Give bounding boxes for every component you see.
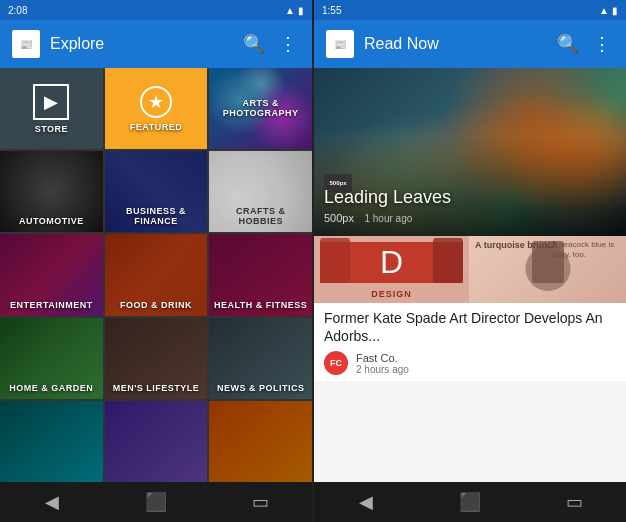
right-app-logo: 📰 — [326, 30, 354, 58]
kate-spade-source-name: Fast Co. — [356, 352, 409, 364]
right-status-time: 1:55 — [322, 5, 341, 16]
right-panel: 1:55 ▲ ▮ 📰 Read Now 🔍 ⋮ 500px Leading Le… — [314, 0, 626, 522]
peacock-col: A turquoise brunch A peacock blue is tas… — [469, 236, 626, 303]
grid-item-mens[interactable]: MEN'S LIFESTYLE — [105, 318, 208, 399]
left-search-icon[interactable]: 🔍 — [242, 33, 266, 55]
left-menu-icon[interactable]: ⋮ — [276, 33, 300, 55]
food-label: FOOD & DRINK — [116, 296, 196, 316]
kate-spade-bottom: Former Kate Spade Art Director Develops … — [314, 303, 626, 381]
grid-item-news[interactable]: NEWS & POLITICS — [209, 318, 312, 399]
arts-label: ARTS & PHOTOGRAPHY — [209, 94, 312, 124]
logo-icon: 📰 — [20, 39, 32, 50]
right-logo-icon: 📰 — [334, 39, 346, 50]
grid-item-row5c[interactable] — [209, 401, 312, 482]
right-recents-button[interactable]: ▭ — [522, 482, 626, 522]
source-info: Fast Co. 2 hours ago — [356, 352, 409, 375]
app-logo: 📰 — [12, 30, 40, 58]
grid-item-row5b[interactable] — [105, 401, 208, 482]
robot-figure-left — [320, 238, 350, 283]
grid-item-home[interactable]: HOME & GARDEN — [0, 318, 103, 399]
snippet-right-text: A peacock blue is tasty, too. — [552, 240, 622, 261]
wifi-icon: ▲ — [285, 5, 295, 16]
grid-item-featured[interactable]: ★ FEATURED — [105, 68, 208, 149]
left-app-bar: 📰 Explore 🔍 ⋮ — [0, 20, 312, 68]
hero-title-text: Leading Leaves — [324, 187, 451, 207]
right-status-bar: 1:55 ▲ ▮ — [314, 0, 626, 20]
right-search-icon[interactable]: 🔍 — [556, 33, 580, 55]
snippet-right-area: A peacock blue is tasty, too. — [552, 240, 622, 261]
robot-figure-right — [433, 238, 463, 283]
fc-logo: FC — [324, 351, 348, 375]
right-back-button[interactable]: ◀ — [314, 482, 418, 522]
hero-title-area: Leading Leaves — [324, 187, 616, 208]
business-label: BUSINESS & FINANCE — [105, 202, 208, 232]
design-label-text: DESIGN — [314, 289, 469, 299]
left-app-title: Explore — [50, 35, 232, 53]
crafts-label: CRAFTS & HOBBIES — [209, 202, 312, 232]
grid-item-health[interactable]: HEALTH & FITNESS — [209, 234, 312, 315]
left-status-icons: ▲ ▮ — [285, 5, 304, 16]
hero-time: 1 hour ago — [364, 213, 412, 224]
kate-spade-time: 2 hours ago — [356, 364, 409, 375]
battery-icon: ▮ — [298, 5, 304, 16]
right-wifi-icon: ▲ — [599, 5, 609, 16]
fc-initials: FC — [330, 358, 342, 368]
article-kate-spade[interactable]: D DESIGN A turquo — [314, 236, 626, 381]
source-logo-text: 500px — [329, 180, 346, 186]
home-label: HOME & GARDEN — [5, 379, 97, 399]
kate-spade-title: Former Kate Spade Art Director Develops … — [324, 309, 616, 345]
right-bottom-nav: ◀ ⬛ ▭ — [314, 482, 626, 522]
grid-item-store[interactable]: ▶ STORE — [0, 68, 103, 149]
left-bottom-nav: ◀ ⬛ ▭ — [0, 482, 312, 522]
right-home-button[interactable]: ⬛ — [418, 482, 522, 522]
article-feed: 500px Leading Leaves 500px 1 hour ago D — [314, 68, 626, 522]
left-panel: 2:08 ▲ ▮ 📰 Explore 🔍 ⋮ ▶ STORE ★ FEATURE… — [0, 0, 312, 522]
hero-source-name: 500px — [324, 212, 354, 224]
featured-label: FEATURED — [130, 122, 182, 132]
home-button[interactable]: ⬛ — [104, 482, 208, 522]
mens-label: MEN'S LIFESTYLE — [109, 379, 204, 399]
recents-button[interactable]: ▭ — [208, 482, 312, 522]
star-icon: ★ — [140, 86, 172, 118]
grid-item-automotive[interactable]: AUTOMOTIVE — [0, 151, 103, 232]
right-battery-icon: ▮ — [612, 5, 618, 16]
right-app-bar: 📰 Read Now 🔍 ⋮ — [314, 20, 626, 68]
article-leading-leaves[interactable]: 500px Leading Leaves 500px 1 hour ago — [314, 68, 626, 236]
grid-item-arts[interactable]: ARTS & PHOTOGRAPHY — [209, 68, 312, 149]
entertainment-label: ENTERTAINMENT — [6, 296, 97, 316]
left-status-time: 2:08 — [8, 5, 27, 16]
news-label: NEWS & POLITICS — [213, 379, 309, 399]
grid-item-entertainment[interactable]: ENTERTAINMENT — [0, 234, 103, 315]
back-button[interactable]: ◀ — [0, 482, 104, 522]
store-bag-icon: ▶ — [33, 84, 69, 120]
design-col: D DESIGN — [314, 236, 469, 303]
kate-spade-source-row: FC Fast Co. 2 hours ago — [324, 351, 616, 375]
grid-item-row5a[interactable] — [0, 401, 103, 482]
grid-item-crafts[interactable]: CRAFTS & HOBBIES — [209, 151, 312, 232]
category-grid: ▶ STORE ★ FEATURED ARTS & PHOTOGRAPHY AU… — [0, 68, 312, 482]
hero-meta-area: 500px 1 hour ago — [324, 208, 412, 226]
design-d-letter: D — [380, 244, 403, 281]
right-status-icons: ▲ ▮ — [599, 5, 618, 16]
grid-item-food[interactable]: FOOD & DRINK — [105, 234, 208, 315]
automotive-label: AUTOMOTIVE — [15, 212, 88, 232]
right-menu-icon[interactable]: ⋮ — [590, 33, 614, 55]
grid-item-business[interactable]: BUSINESS & FINANCE — [105, 151, 208, 232]
store-label: STORE — [35, 124, 68, 134]
second-top-row: D DESIGN A turquo — [314, 236, 626, 303]
right-app-title: Read Now — [364, 35, 546, 53]
left-status-bar: 2:08 ▲ ▮ — [0, 0, 312, 20]
health-label: HEALTH & FITNESS — [210, 296, 311, 316]
